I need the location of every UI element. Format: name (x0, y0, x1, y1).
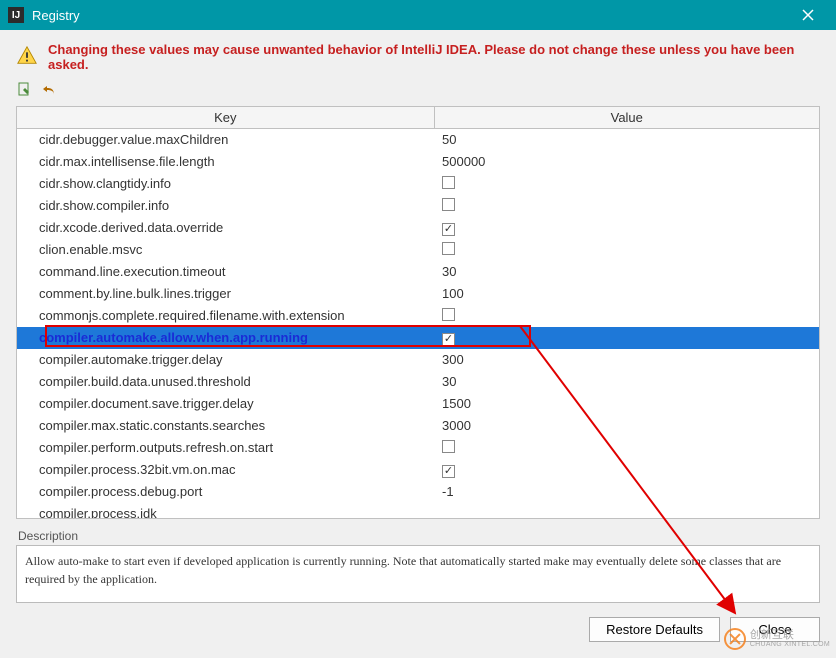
registry-value[interactable]: 100 (434, 283, 819, 305)
registry-value[interactable] (434, 239, 819, 261)
table-row[interactable]: compiler.perform.outputs.refresh.on.star… (17, 437, 819, 459)
checkbox[interactable] (442, 176, 455, 189)
undo-icon[interactable] (42, 82, 58, 98)
column-header-value[interactable]: Value (434, 107, 819, 129)
checkbox[interactable] (442, 440, 455, 453)
table-row[interactable]: cidr.show.compiler.info (17, 195, 819, 217)
warning-text: Changing these values may cause unwanted… (48, 42, 820, 72)
description-text: Allow auto-make to start even if develop… (16, 545, 820, 603)
restore-defaults-button[interactable]: Restore Defaults (589, 617, 720, 642)
app-icon: IJ (8, 7, 24, 23)
table-row[interactable]: cidr.max.intellisense.file.length500000 (17, 151, 819, 173)
registry-value[interactable]: 50 (434, 129, 819, 151)
registry-value[interactable] (434, 503, 819, 520)
registry-value[interactable]: 30 (434, 371, 819, 393)
registry-value[interactable]: 300 (434, 349, 819, 371)
titlebar: IJ Registry (0, 0, 836, 30)
warning-icon (16, 45, 38, 70)
checkbox[interactable] (442, 242, 455, 255)
table-row[interactable]: compiler.max.static.constants.searches30… (17, 415, 819, 437)
registry-value[interactable]: 500000 (434, 151, 819, 173)
registry-key: commonjs.complete.required.filename.with… (17, 305, 434, 327)
registry-value[interactable]: -1 (434, 481, 819, 503)
registry-value[interactable] (434, 195, 819, 217)
registry-key: compiler.process.jdk (17, 503, 434, 520)
table-row[interactable]: cidr.show.clangtidy.info (17, 173, 819, 195)
window-title: Registry (32, 8, 788, 23)
registry-key: compiler.process.32bit.vm.on.mac (17, 459, 434, 481)
registry-key: compiler.max.static.constants.searches (17, 415, 434, 437)
edit-icon[interactable] (16, 82, 32, 98)
registry-key: cidr.debugger.value.maxChildren (17, 129, 434, 151)
table-row[interactable]: compiler.build.data.unused.threshold30 (17, 371, 819, 393)
registry-key: compiler.automake.trigger.delay (17, 349, 434, 371)
table-row[interactable]: compiler.process.debug.port-1 (17, 481, 819, 503)
registry-value[interactable] (434, 305, 819, 327)
table-row[interactable]: compiler.process.jdk (17, 503, 819, 520)
close-button[interactable]: Close (730, 617, 820, 642)
checkbox[interactable] (442, 198, 455, 211)
table-row[interactable]: compiler.document.save.trigger.delay1500 (17, 393, 819, 415)
registry-key: cidr.xcode.derived.data.override (17, 217, 434, 239)
checkbox[interactable] (442, 308, 455, 321)
registry-value[interactable] (434, 173, 819, 195)
column-header-key[interactable]: Key (17, 107, 434, 129)
table-row[interactable]: commonjs.complete.required.filename.with… (17, 305, 819, 327)
table-row[interactable]: clion.enable.msvc (17, 239, 819, 261)
registry-key: cidr.show.clangtidy.info (17, 173, 434, 195)
checkbox[interactable] (442, 333, 455, 346)
registry-value[interactable]: 1500 (434, 393, 819, 415)
warning-banner: Changing these values may cause unwanted… (16, 42, 820, 72)
registry-key: cidr.max.intellisense.file.length (17, 151, 434, 173)
registry-value[interactable] (434, 327, 819, 349)
checkbox[interactable] (442, 465, 455, 478)
table-row[interactable]: compiler.process.32bit.vm.on.mac (17, 459, 819, 481)
registry-value[interactable] (434, 217, 819, 239)
registry-table[interactable]: Key Value cidr.debugger.value.maxChildre… (16, 106, 820, 519)
registry-key: compiler.automake.allow.when.app.running (17, 327, 434, 349)
table-row[interactable]: cidr.debugger.value.maxChildren50 (17, 129, 819, 151)
registry-value[interactable]: 3000 (434, 415, 819, 437)
registry-key: command.line.execution.timeout (17, 261, 434, 283)
registry-key: comment.by.line.bulk.lines.trigger (17, 283, 434, 305)
registry-key: compiler.process.debug.port (17, 481, 434, 503)
registry-key: compiler.perform.outputs.refresh.on.star… (17, 437, 434, 459)
table-row[interactable]: compiler.automake.allow.when.app.running (17, 327, 819, 349)
registry-value[interactable] (434, 459, 819, 481)
table-row[interactable]: command.line.execution.timeout30 (17, 261, 819, 283)
registry-key: cidr.show.compiler.info (17, 195, 434, 217)
registry-key: compiler.document.save.trigger.delay (17, 393, 434, 415)
registry-key: compiler.build.data.unused.threshold (17, 371, 434, 393)
table-row[interactable]: comment.by.line.bulk.lines.trigger100 (17, 283, 819, 305)
checkbox[interactable] (442, 223, 455, 236)
description-label: Description (16, 529, 820, 543)
close-icon[interactable] (788, 0, 828, 30)
registry-value[interactable] (434, 437, 819, 459)
registry-value[interactable]: 30 (434, 261, 819, 283)
registry-key: clion.enable.msvc (17, 239, 434, 261)
table-row[interactable]: compiler.automake.trigger.delay300 (17, 349, 819, 371)
table-row[interactable]: cidr.xcode.derived.data.override (17, 217, 819, 239)
